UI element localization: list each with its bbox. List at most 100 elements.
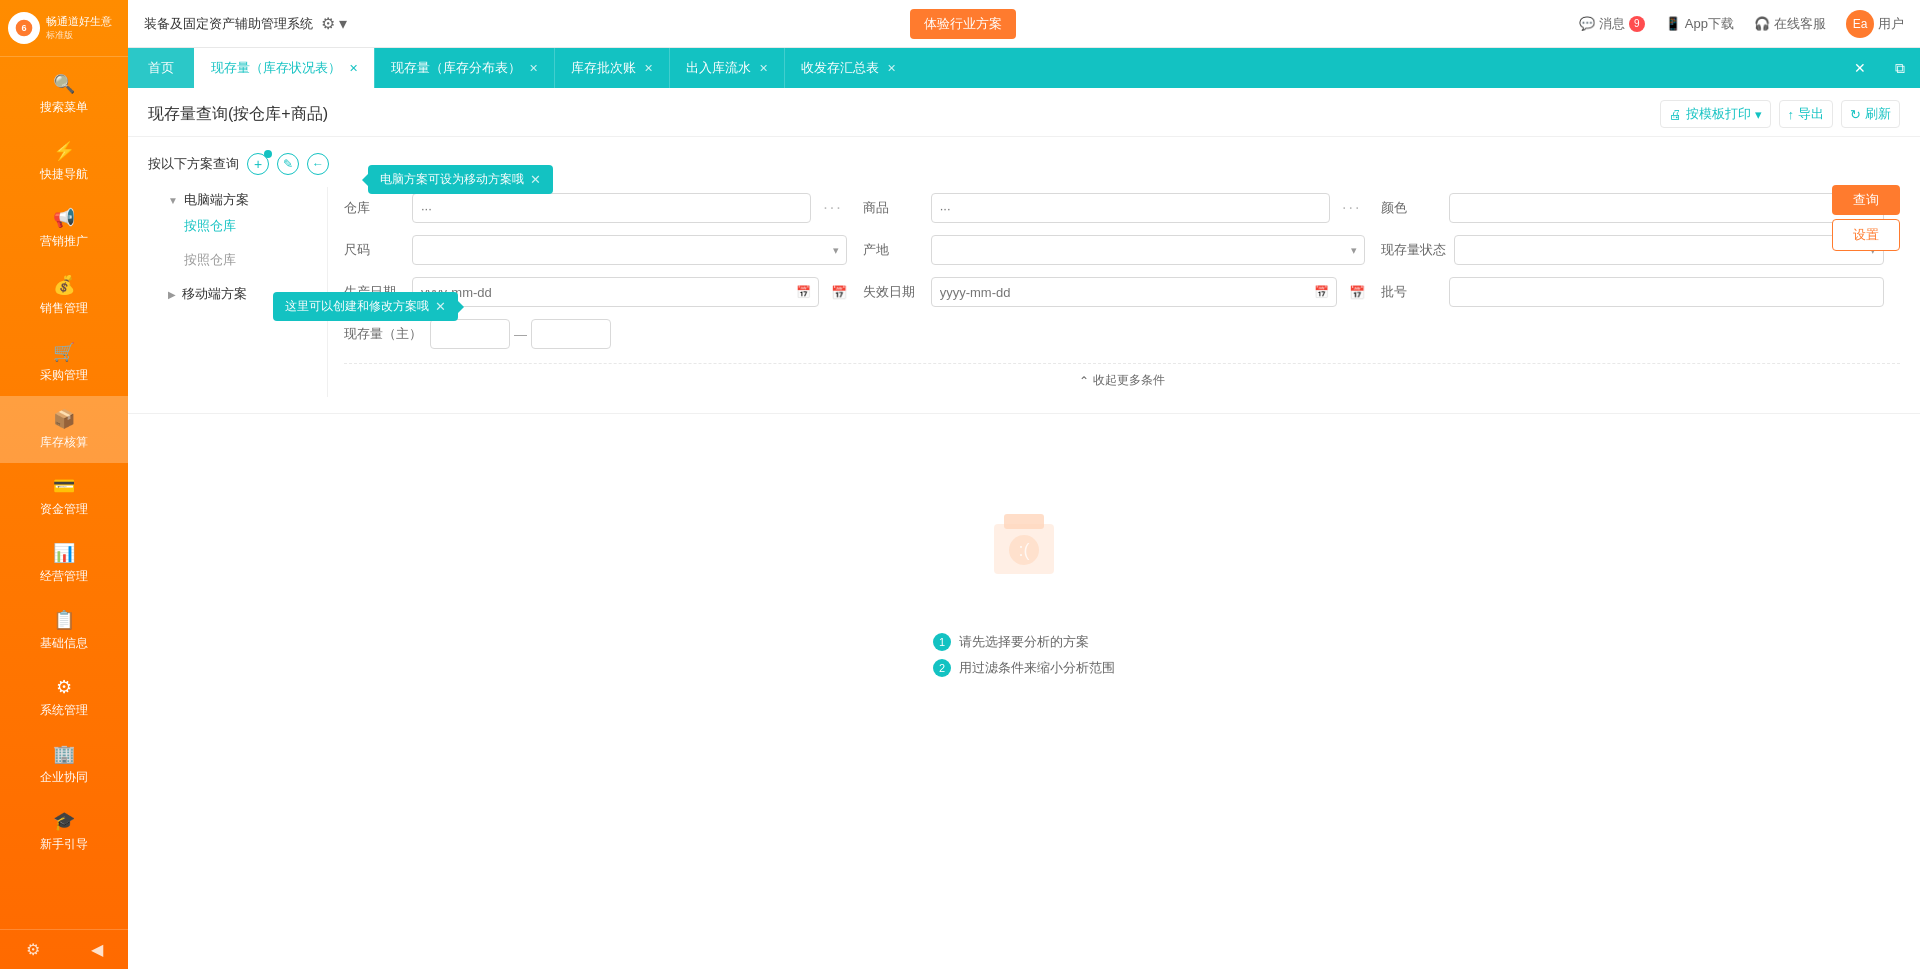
sidebar-item-label-guide: 新手引导 [40,836,88,853]
tab-stock-dist-close[interactable]: ✕ [529,62,538,75]
sidebar-item-finance[interactable]: 💳 资金管理 [0,463,128,530]
close-tab-btn[interactable]: ✕ [1840,48,1880,88]
operation-icon: 📊 [53,542,75,564]
warehouse-input[interactable] [412,193,811,223]
tab-stock-dist[interactable]: 现存量（库存分布表） ✕ [374,48,554,88]
message-badge: 9 [1629,16,1645,32]
online-service-btn[interactable]: 🎧 在线客服 [1754,15,1826,33]
sidebar-item-enterprise[interactable]: 🏢 企业协同 [0,731,128,798]
print-btn[interactable]: 🖨 按模板打印 ▾ [1660,100,1771,128]
system-icon: ⚙ [56,676,72,698]
sidebar-item-inventory[interactable]: 📦 库存核算 [0,396,128,463]
page-content: 现存量查询(按仓库+商品) 🖨 按模板打印 ▾ ↑ 导出 ↻ [128,88,1920,969]
sidebar-item-basic-info[interactable]: 📋 基础信息 [0,597,128,664]
step-num-1: 1 [933,633,951,651]
tab-batch-ledger[interactable]: 库存批次账 ✕ [554,48,669,88]
sidebar-item-purchase[interactable]: 🛒 采购管理 [0,329,128,396]
refresh-icon: ↻ [1850,107,1861,122]
size-label: 尺码 [344,241,404,259]
print-icon: 🖨 [1669,107,1682,122]
message-icon: 💬 [1579,16,1595,31]
sidebar-item-quick-nav[interactable]: ⚡ 快捷导航 [0,128,128,195]
tree-arrow-mobile: ▶ [168,289,176,300]
prod-date-input[interactable] [412,277,819,307]
industry-plan-btn[interactable]: 体验行业方案 [910,9,1016,39]
tab-stock-dist-label: 现存量（库存分布表） [391,59,521,77]
search-btn[interactable]: 查询 [1832,185,1900,215]
user-menu-btn[interactable]: Ea 用户 [1846,10,1904,38]
popover-create-close[interactable]: ✕ [435,299,446,314]
app-download-btn[interactable]: 📱 App下载 [1665,15,1734,33]
sidebar-item-guide[interactable]: 🎓 新手引导 [0,798,128,865]
sidebar-item-label-operation: 经营管理 [40,568,88,585]
logo-text-block: 畅通道好生意 标准版 [46,14,112,41]
collapse-sidebar-btn[interactable]: ◀ [91,940,103,959]
size-select-wrap [412,235,847,265]
tab-summary[interactable]: 收发存汇总表 ✕ [784,48,912,88]
tree-item-partial[interactable]: 按照仓库 [148,247,327,273]
guide-icon: 🎓 [53,810,75,832]
warehouse-dots-btn[interactable]: ··· [819,199,846,217]
filter-cell-stock-status: 现存量状态 [1381,229,1900,271]
sidebar-item-system[interactable]: ⚙ 系统管理 [0,664,128,731]
filter-edit-btn[interactable]: ✎ [277,153,299,175]
reset-btn[interactable]: 设置 [1832,219,1900,251]
export-btn[interactable]: ↑ 导出 [1779,100,1834,128]
filter-cell-goods: 商品 ··· [863,187,1382,229]
sidebar-item-label-search: 搜索菜单 [40,99,88,116]
filter-arrow-btn[interactable]: ← [307,153,329,175]
empty-icon: :( [974,494,1074,613]
tab-home[interactable]: 首页 [128,48,194,88]
print-dropdown-icon: ▾ [1755,107,1762,122]
tree-item-warehouse[interactable]: 按照仓库 [148,213,327,239]
filter-actions: 查询 设置 [1832,185,1900,251]
goods-input[interactable] [931,193,1330,223]
origin-select[interactable] [931,235,1366,265]
size-select[interactable] [412,235,847,265]
stock-qty-label: 现存量（主） [344,325,422,343]
message-btn[interactable]: 💬 消息 9 [1579,15,1645,33]
filter-cell-color: 颜色 [1381,187,1900,229]
tab-stock-status[interactable]: 现存量（库存状况表） ✕ [194,48,374,88]
tab-stock-status-close[interactable]: ✕ [349,62,358,75]
collapse-options-btn[interactable]: ⌃ 收起更多条件 [1079,372,1165,389]
filter-row-3: 生产日期 📅 失效日期 [344,271,1900,313]
exp-date-input[interactable] [931,277,1338,307]
settings-bottom-btn[interactable]: ⚙ [26,940,40,959]
tab-inout-flow[interactable]: 出入库流水 ✕ [669,48,784,88]
more-options-row: ⌃ 收起更多条件 [344,363,1900,397]
tab-inout-flow-close[interactable]: ✕ [759,62,768,75]
goods-dots-btn[interactable]: ··· [1338,199,1365,217]
page-header: 现存量查询(按仓库+商品) 🖨 按模板打印 ▾ ↑ 导出 ↻ [128,88,1920,137]
sidebar-item-operation[interactable]: 📊 经营管理 [0,530,128,597]
restore-tab-btn[interactable]: ⧉ [1880,48,1920,88]
batch-input[interactable] [1449,277,1884,307]
popover-scheme-close[interactable]: ✕ [530,172,541,187]
popover-create: 这里可以创建和修改方案哦 ✕ [273,292,458,321]
service-icon: 🎧 [1754,16,1770,31]
sidebar-item-sales[interactable]: 💰 销售管理 [0,262,128,329]
sidebar-item-marketing[interactable]: 📢 营销推广 [0,195,128,262]
sidebar-item-label-quick: 快捷导航 [40,166,88,183]
svg-rect-3 [1004,514,1044,529]
exp-date-wrap [931,277,1338,307]
stock-qty-to[interactable] [531,319,611,349]
add-btn-wrap: + [247,153,269,175]
inventory-icon: 📦 [53,408,75,430]
tab-summary-close[interactable]: ✕ [887,62,896,75]
svg-text::(: :( [1019,540,1030,560]
chevron-up-icon: ⌃ [1079,374,1089,388]
page-title: 现存量查询(按仓库+商品) [148,104,328,125]
stock-status-select[interactable] [1454,235,1884,265]
tree-item-desktop[interactable]: ▼ 电脑端方案 [148,187,327,213]
color-select[interactable] [1449,193,1884,223]
tab-batch-ledger-close[interactable]: ✕ [644,62,653,75]
sidebar-item-search-menu[interactable]: 🔍 搜索菜单 [0,61,128,128]
filter-row-4: 现存量（主） — [344,313,1900,355]
system-settings-btn[interactable]: ⚙ ▾ [321,14,347,33]
popover-scheme: 电脑方案可设为移动方案哦 ✕ [368,165,553,194]
stock-qty-from[interactable] [430,319,510,349]
refresh-btn[interactable]: ↻ 刷新 [1841,100,1900,128]
add-btn-indicator [264,150,272,158]
sidebar-bottom: ⚙ ◀ [0,929,128,969]
